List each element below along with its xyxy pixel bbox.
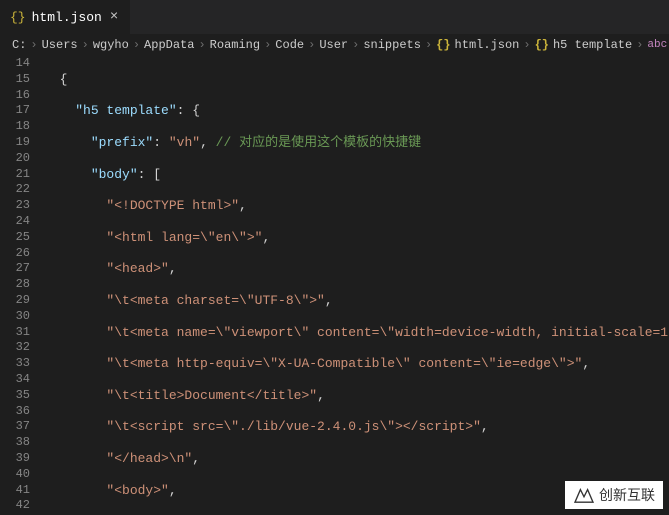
breadcrumb-part[interactable]: wgyho xyxy=(93,38,129,52)
watermark-text: 创新互联 xyxy=(599,485,655,505)
tab-bar: {} html.json × xyxy=(0,0,669,34)
code-text: "\t<meta name=\"viewport\" content=\"wid… xyxy=(106,325,669,340)
code-text: "<body>" xyxy=(106,483,168,498)
code-text: "\t<meta charset=\"UTF-8\">" xyxy=(106,293,324,308)
chevron-right-icon: › xyxy=(523,38,530,52)
code-text: "prefix" xyxy=(91,135,153,150)
breadcrumb-symbol[interactable]: h5 template xyxy=(553,38,632,52)
line-number: 18 xyxy=(0,119,30,135)
line-number: 39 xyxy=(0,451,30,467)
json-object-icon: {} xyxy=(535,38,549,52)
string-icon: abc xyxy=(647,39,667,51)
watermark: 创新互联 xyxy=(565,481,663,509)
line-number: 14 xyxy=(0,56,30,72)
line-gutter: 1415161718192021222324252627282930313233… xyxy=(0,56,44,515)
code-text: "\t<meta http-equiv=\"X-UA-Compatible\" … xyxy=(106,356,582,371)
code-text: "h5 template" xyxy=(75,103,176,118)
line-number: 19 xyxy=(0,135,30,151)
line-number: 20 xyxy=(0,151,30,167)
code-text: "<!DOCTYPE html>" xyxy=(106,198,239,213)
breadcrumb-part[interactable]: C: xyxy=(12,38,26,52)
code-text: "<html lang=\"en\">" xyxy=(106,230,262,245)
line-number: 27 xyxy=(0,261,30,277)
tab-html-json[interactable]: {} html.json × xyxy=(0,0,131,34)
json-file-icon: {} xyxy=(10,10,26,25)
code-text: "body" xyxy=(91,167,138,182)
line-number: 29 xyxy=(0,293,30,309)
logo-icon xyxy=(573,486,595,504)
tab-label: html.json xyxy=(32,10,102,25)
line-number: 32 xyxy=(0,340,30,356)
chevron-right-icon: › xyxy=(308,38,315,52)
line-number: 37 xyxy=(0,419,30,435)
breadcrumb-part[interactable]: Roaming xyxy=(210,38,260,52)
line-number: 30 xyxy=(0,309,30,325)
line-number: 24 xyxy=(0,214,30,230)
breadcrumb-part[interactable]: Users xyxy=(42,38,78,52)
line-number: 25 xyxy=(0,230,30,246)
code-text: "<head>" xyxy=(106,261,168,276)
line-number: 23 xyxy=(0,198,30,214)
code-text: "\t<title>Document</title>" xyxy=(106,388,317,403)
chevron-right-icon: › xyxy=(30,38,37,52)
breadcrumb-file[interactable]: html.json xyxy=(455,38,520,52)
line-number: 16 xyxy=(0,88,30,104)
code-text: : { xyxy=(177,103,200,118)
line-number: 17 xyxy=(0,103,30,119)
line-number: 41 xyxy=(0,483,30,499)
chevron-right-icon: › xyxy=(133,38,140,52)
breadcrumb[interactable]: C: › Users › wgyho › AppData › Roaming ›… xyxy=(0,34,669,56)
line-number: 26 xyxy=(0,246,30,262)
code-text: "\t<script src=\"./lib/vue-2.4.0.js\"></… xyxy=(106,419,480,434)
line-number: 42 xyxy=(0,498,30,514)
line-number: 34 xyxy=(0,372,30,388)
line-number: 36 xyxy=(0,404,30,420)
line-number: 22 xyxy=(0,182,30,198)
code-text: "vh" xyxy=(169,135,200,150)
editor[interactable]: 1415161718192021222324252627282930313233… xyxy=(0,56,669,515)
chevron-right-icon: › xyxy=(264,38,271,52)
line-number: 40 xyxy=(0,467,30,483)
chevron-right-icon: › xyxy=(198,38,205,52)
breadcrumb-part[interactable]: AppData xyxy=(144,38,194,52)
code-comment: // 对应的是使用这个模板的快捷键 xyxy=(216,135,421,150)
chevron-right-icon: › xyxy=(82,38,89,52)
breadcrumb-part[interactable]: snippets xyxy=(363,38,421,52)
code-area[interactable]: { "h5 template": { "prefix": "vh", // 对应… xyxy=(44,56,669,515)
chevron-right-icon: › xyxy=(636,38,643,52)
json-file-icon: {} xyxy=(436,38,450,52)
chevron-right-icon: › xyxy=(425,38,432,52)
close-icon[interactable]: × xyxy=(108,9,120,25)
line-number: 35 xyxy=(0,388,30,404)
breadcrumb-part[interactable]: User xyxy=(319,38,348,52)
line-number: 31 xyxy=(0,325,30,341)
line-number: 33 xyxy=(0,356,30,372)
code-text: "</head>\n" xyxy=(106,451,192,466)
code-text: : [ xyxy=(138,167,161,182)
line-number: 21 xyxy=(0,167,30,183)
line-number: 28 xyxy=(0,277,30,293)
chevron-right-icon: › xyxy=(352,38,359,52)
code-text: { xyxy=(44,72,67,87)
breadcrumb-part[interactable]: Code xyxy=(275,38,304,52)
line-number: 38 xyxy=(0,435,30,451)
line-number: 15 xyxy=(0,72,30,88)
